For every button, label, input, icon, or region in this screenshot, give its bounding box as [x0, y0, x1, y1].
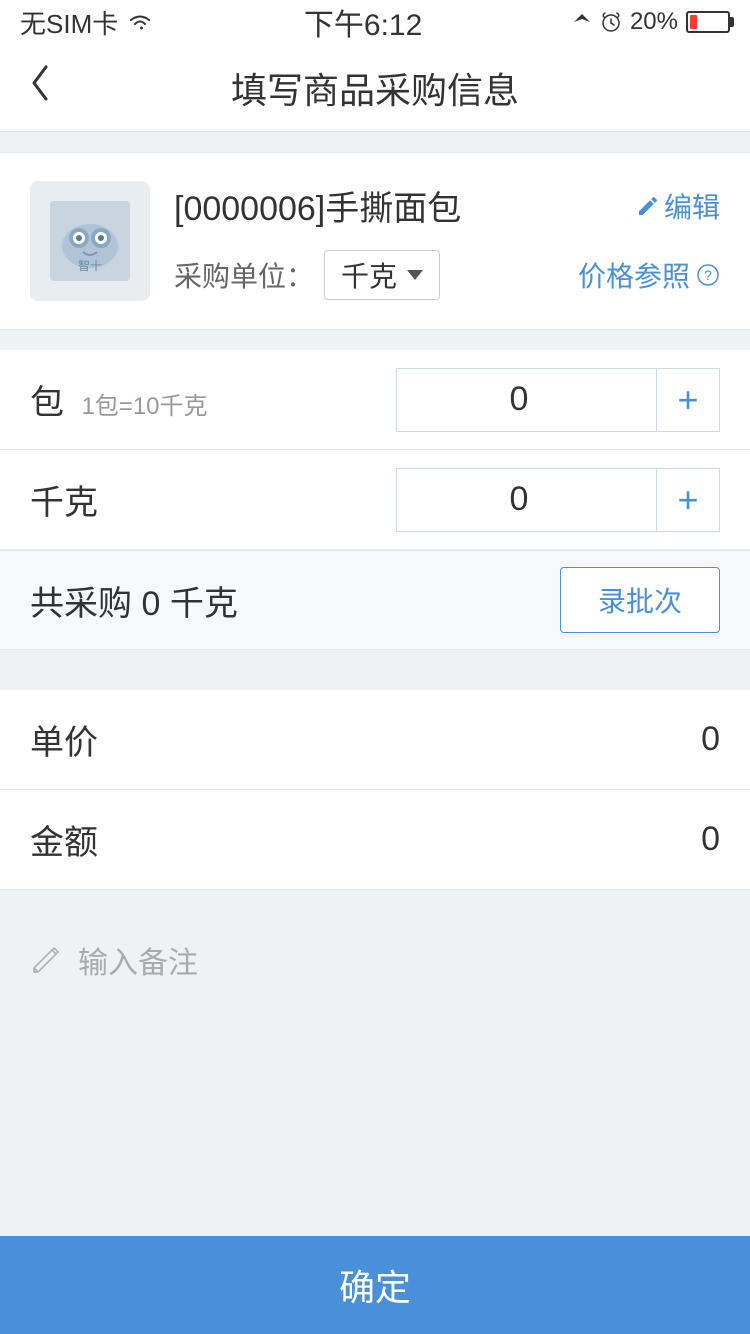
unit-price-row: 单价 0: [0, 690, 750, 790]
battery-icon: [686, 11, 730, 33]
svg-text:智十: 智十: [78, 258, 102, 273]
status-time: 下午6:12: [304, 0, 422, 44]
kg-label: 千克: [30, 475, 150, 524]
confirm-button[interactable]: 确定: [0, 1236, 750, 1334]
alarm-icon: [600, 11, 622, 33]
product-name: [0000006]手撕面包: [174, 181, 461, 230]
price-reference-button[interactable]: 价格参照 ?: [578, 255, 720, 295]
bag-input-control: +: [208, 368, 720, 432]
section-divider-2: [0, 650, 750, 670]
kg-input-control: +: [150, 468, 720, 532]
summary-row: 共采购 0 千克 录批次: [0, 550, 750, 650]
edit-icon: [636, 194, 660, 218]
section-divider-1: [0, 330, 750, 350]
dropdown-arrow-icon: [407, 270, 423, 280]
input-section: 包 1包=10千克 + 千克 +: [0, 350, 750, 550]
svg-text:?: ?: [704, 267, 712, 283]
battery-percent: 20%: [630, 8, 678, 36]
product-image: 智十: [30, 181, 150, 301]
amount-value: 0: [701, 820, 720, 859]
product-unit-row: 采购单位： 千克 价格参照 ?: [174, 250, 720, 300]
bag-quantity-input[interactable]: [396, 368, 656, 432]
nav-bar: 填写商品采购信息: [0, 44, 750, 132]
price-section: 单价 0 金额 0: [0, 690, 750, 890]
status-left: 无SIM卡: [20, 4, 154, 41]
product-info: [0000006]手撕面包 编辑 采购单位： 千克 价格参照: [174, 181, 720, 300]
record-batch-button[interactable]: 录批次: [560, 567, 720, 633]
unit-label: 采购单位： 千克: [174, 250, 440, 300]
product-name-row: [0000006]手撕面包 编辑: [174, 181, 720, 230]
location-icon: [572, 12, 592, 32]
unit-price-value: 0: [701, 720, 720, 759]
help-icon: ?: [696, 263, 720, 287]
summary-text: 共采购 0 千克: [30, 576, 238, 625]
pencil-icon: [30, 944, 62, 976]
amount-label: 金额: [30, 815, 98, 864]
edit-button[interactable]: 编辑: [636, 186, 720, 226]
status-bar: 无SIM卡 下午6:12 20%: [0, 0, 750, 44]
unit-select[interactable]: 千克: [324, 250, 440, 300]
wifi-icon: [126, 12, 154, 32]
bag-input-row: 包 1包=10千克 +: [0, 350, 750, 450]
notes-placeholder: 输入备注: [78, 938, 198, 982]
kg-quantity-input[interactable]: [396, 468, 656, 532]
notes-section[interactable]: 输入备注: [0, 910, 750, 1010]
amount-row: 金额 0: [0, 790, 750, 890]
bag-label: 包 1包=10千克: [30, 375, 208, 424]
carrier-text: 无SIM卡: [20, 4, 118, 41]
product-logo: 智十: [50, 201, 130, 281]
back-button[interactable]: [28, 63, 52, 113]
unit-price-label: 单价: [30, 715, 98, 764]
product-card: 智十 [0000006]手撕面包 编辑 采购单位： 千克: [0, 152, 750, 330]
kg-plus-button[interactable]: +: [656, 468, 720, 532]
status-right: 20%: [572, 8, 730, 36]
bag-plus-button[interactable]: +: [656, 368, 720, 432]
kg-input-row: 千克 +: [0, 450, 750, 550]
battery-fill: [690, 15, 697, 29]
page-title: 填写商品采购信息: [231, 62, 519, 114]
